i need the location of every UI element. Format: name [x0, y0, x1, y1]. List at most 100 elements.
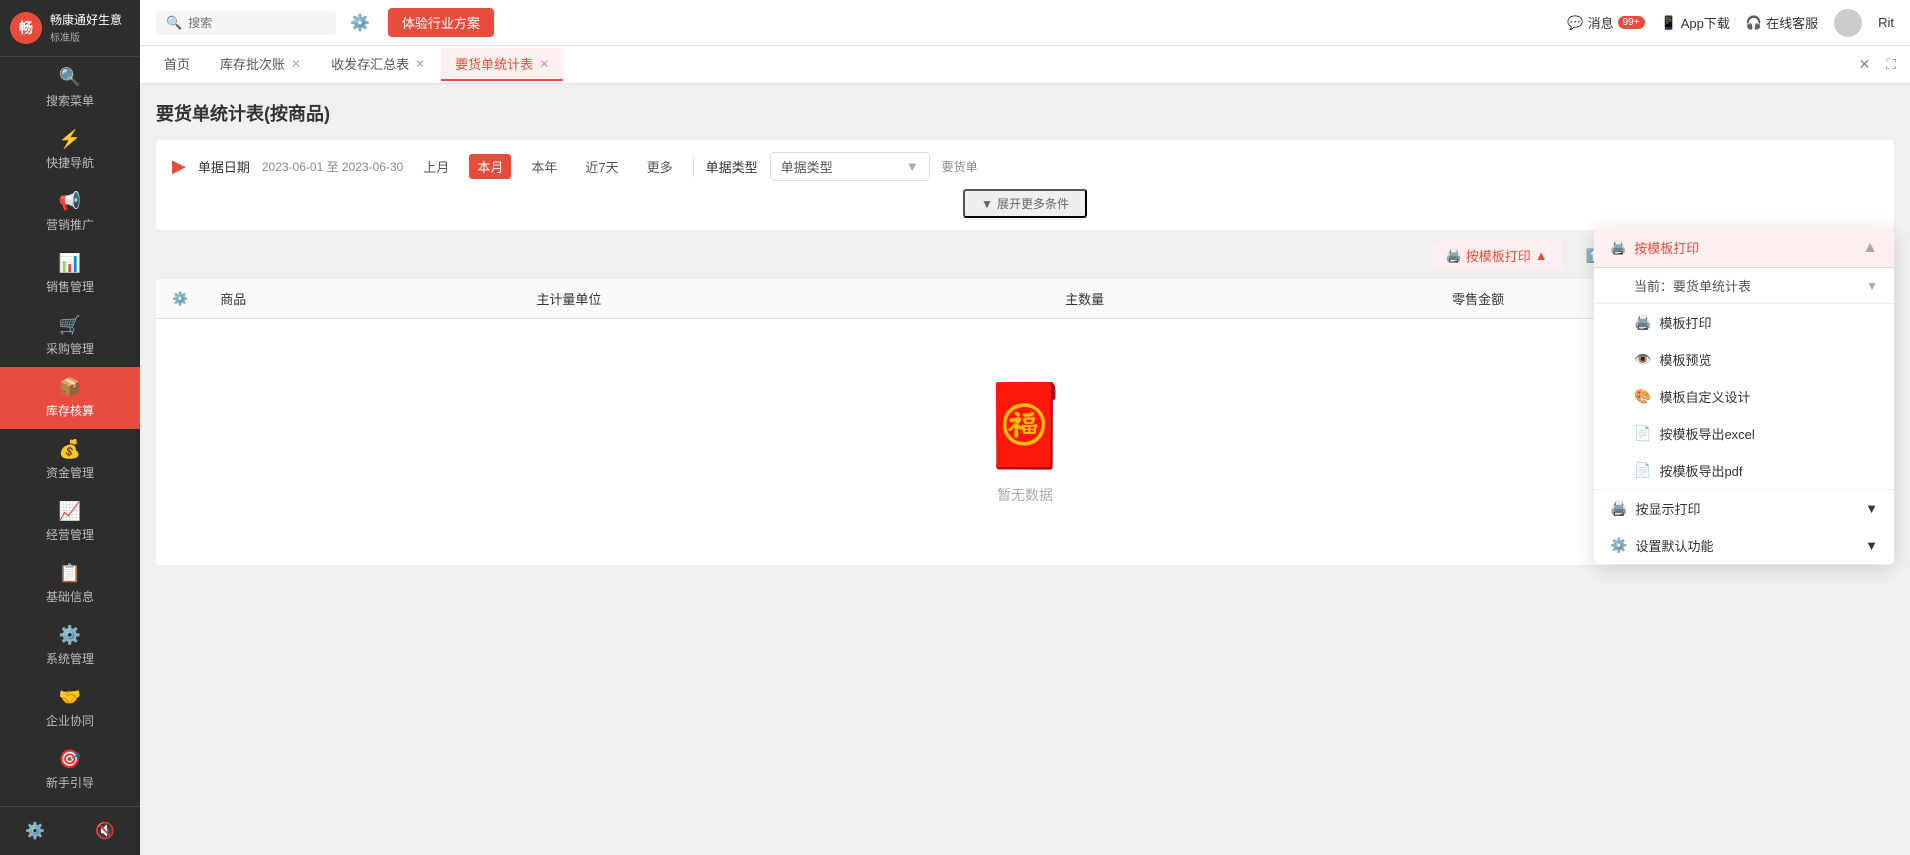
dropdown-item-template-design[interactable]: 🎨模板自定义设计	[1594, 378, 1894, 415]
template-print-btn[interactable]: 🖨️ 按模板打印 ▲	[1432, 241, 1562, 270]
inventory-icon: 📦	[59, 377, 81, 398]
sidebar-item-purchase[interactable]: 🛒采购管理	[0, 305, 140, 367]
expand-more-row: ▼ 展开更多条件	[172, 189, 1878, 218]
sidebar-nav: 🔍搜索菜单⚡快捷导航📢营销推广📊销售管理🛒采购管理📦库存核算💰资金管理📈经营管理…	[0, 57, 140, 806]
sidebar-item-search[interactable]: 🔍搜索菜单	[0, 57, 140, 119]
search-input[interactable]	[188, 16, 308, 30]
system-icon: ⚙️	[59, 625, 81, 646]
default-setting-icon: ⚙️	[1610, 537, 1627, 554]
dropdown-item-template-pdf[interactable]: 📄按模板导出pdf	[1594, 452, 1894, 489]
dropdown-close-icon[interactable]: ▲	[1862, 239, 1878, 257]
filter-divider	[693, 157, 694, 177]
enterprise-icon: 🤝	[59, 687, 81, 708]
dropdown-item-template-print[interactable]: 🖨️模板打印	[1594, 304, 1894, 341]
sidebar-item-sales[interactable]: 📊销售管理	[0, 243, 140, 305]
basic-icon: 📋	[59, 563, 81, 584]
filter-expand-arrow[interactable]: ▶	[172, 156, 186, 177]
topbar-settings-icon[interactable]: ⚙️	[346, 9, 374, 37]
sidebar-item-quick-nav[interactable]: ⚡快捷导航	[0, 119, 140, 181]
sidebar-item-basic[interactable]: 📋基础信息	[0, 553, 140, 615]
template-dropdown-header: 🖨️ 按模板打印 ▲	[1594, 228, 1894, 268]
col-product: 商品	[204, 279, 520, 319]
dropdown-item-template-excel[interactable]: 📄按模板导出excel	[1594, 415, 1894, 452]
app-subtitle: 标准版	[50, 29, 122, 44]
sidebar-item-system[interactable]: ⚙️系统管理	[0, 615, 140, 677]
messages-btn[interactable]: 💬 消息 99+	[1567, 13, 1644, 32]
sidebar-item-marketing[interactable]: 📢营销推广	[0, 181, 140, 243]
app-download-btn[interactable]: 📱 App下载	[1661, 13, 1730, 32]
template-design-icon: 🎨	[1634, 388, 1651, 405]
sales-icon: 📊	[59, 253, 81, 274]
col-unit: 主计量单位	[520, 279, 1049, 319]
date-option-上月[interactable]: 上月	[415, 154, 457, 179]
expand-more-icon: ▼	[981, 197, 993, 211]
tab-close-receipt-summary[interactable]: ✕	[415, 57, 425, 71]
expand-more-btn[interactable]: ▼ 展开更多条件	[963, 189, 1087, 218]
tab-home[interactable]: 首页	[150, 48, 204, 81]
sidebar-bottom: ⚙️ 🔇	[0, 806, 140, 855]
tab-receipt-summary[interactable]: 收发存汇总表✕	[317, 48, 439, 81]
date-range: 2023-06-01 至 2023-06-30	[262, 158, 403, 175]
template-current: 当前：要货单统计表 ▼	[1594, 268, 1894, 303]
marketing-icon: 📢	[59, 191, 81, 212]
dropdown-section-default-setting[interactable]: ⚙️设置默认功能▼	[1594, 527, 1894, 564]
template-pdf-icon: 📄	[1634, 462, 1651, 479]
search-box[interactable]: 🔍	[156, 11, 336, 35]
dropdown-printer-icon: 🖨️	[1610, 240, 1626, 256]
download-icon: 📱	[1661, 15, 1677, 31]
sidebar: 畅 畅康通好生意 标准版 🔍搜索菜单⚡快捷导航📢营销推广📊销售管理🛒采购管理📦库…	[0, 0, 140, 855]
empty-icon: 🧧	[975, 379, 1075, 473]
type-filter-label: 单据类型	[706, 157, 758, 176]
template-excel-icon: 📄	[1634, 425, 1651, 442]
sidebar-item-operations[interactable]: 📈经营管理	[0, 491, 140, 553]
sidebar-item-guide[interactable]: 🎯新手引导	[0, 739, 140, 801]
template-print-icon: 🖨️	[1634, 314, 1651, 331]
tabs-controls: ✕ ⛶	[1854, 52, 1900, 77]
username[interactable]: Rit	[1878, 15, 1894, 30]
tab-batch-account[interactable]: 库存批次账✕	[206, 48, 315, 81]
avatar[interactable]	[1834, 9, 1862, 37]
close-tab-icon[interactable]: ✕	[1854, 52, 1874, 77]
date-option-本年[interactable]: 本年	[523, 154, 565, 179]
date-option-近7天[interactable]: 近7天	[577, 154, 626, 179]
empty-text: 暂无数据	[997, 485, 1053, 505]
template-chevron-icon: ▲	[1535, 248, 1548, 263]
app-logo: 畅 畅康通好生意 标准版	[0, 0, 140, 57]
quick-nav-icon: ⚡	[59, 129, 81, 150]
purchase-icon: 🛒	[59, 315, 81, 336]
dropdown-item-template-preview[interactable]: 👁️模板预览	[1594, 341, 1894, 378]
operations-icon: 📈	[59, 501, 81, 522]
tab-close-batch-account[interactable]: ✕	[291, 57, 301, 71]
dropdown-section-display-print[interactable]: 🖨️按显示打印▼	[1594, 490, 1894, 527]
display-print-chevron: ▼	[1865, 501, 1878, 516]
online-service-btn[interactable]: 🎧 在线客服	[1746, 13, 1818, 32]
message-icon: 💬	[1567, 15, 1583, 31]
search-icon: 🔍	[59, 67, 81, 88]
tab-close-order-stats[interactable]: ✕	[539, 57, 549, 71]
sidebar-item-enterprise[interactable]: 🤝企业协同	[0, 677, 140, 739]
printer-icon: 🖨️	[1446, 248, 1462, 264]
tab-order-stats[interactable]: 要货单统计表✕	[441, 48, 563, 81]
settings-icon[interactable]: ⚙️	[21, 817, 49, 845]
chevron-down-icon: ▼	[906, 159, 919, 174]
template-dropdown: 🖨️ 按模板打印 ▲ 当前：要货单统计表 ▼ 🖨️模板打印👁️模板预览🎨模板自定…	[1594, 228, 1894, 564]
type-select-text: 单据类型	[781, 157, 833, 176]
finance-icon: 💰	[59, 439, 81, 460]
type-select[interactable]: 单据类型 ▼	[770, 152, 930, 181]
dropdown-title: 按模板打印	[1634, 238, 1699, 257]
sidebar-item-inventory[interactable]: 📦库存核算	[0, 367, 140, 429]
table-settings-icon[interactable]: ⚙️	[172, 291, 188, 306]
req-type-hint: 要货单	[942, 158, 978, 175]
expand-tab-icon[interactable]: ⛶	[1882, 52, 1900, 77]
app-name: 畅康通好生意	[50, 12, 122, 29]
mute-icon[interactable]: 🔇	[91, 817, 119, 845]
service-icon: 🎧	[1746, 15, 1762, 31]
date-option-更多[interactable]: 更多	[639, 154, 681, 179]
display-print-icon: 🖨️	[1610, 500, 1627, 517]
filter-row: ▶ 单据日期 2023-06-01 至 2023-06-30 上月本月本年近7天…	[172, 152, 1878, 181]
search-icon: 🔍	[166, 15, 182, 31]
trial-btn[interactable]: 体验行业方案	[388, 8, 494, 37]
sidebar-item-finance[interactable]: 💰资金管理	[0, 429, 140, 491]
date-option-本月[interactable]: 本月	[469, 154, 511, 179]
current-chevron-icon: ▼	[1866, 279, 1878, 293]
